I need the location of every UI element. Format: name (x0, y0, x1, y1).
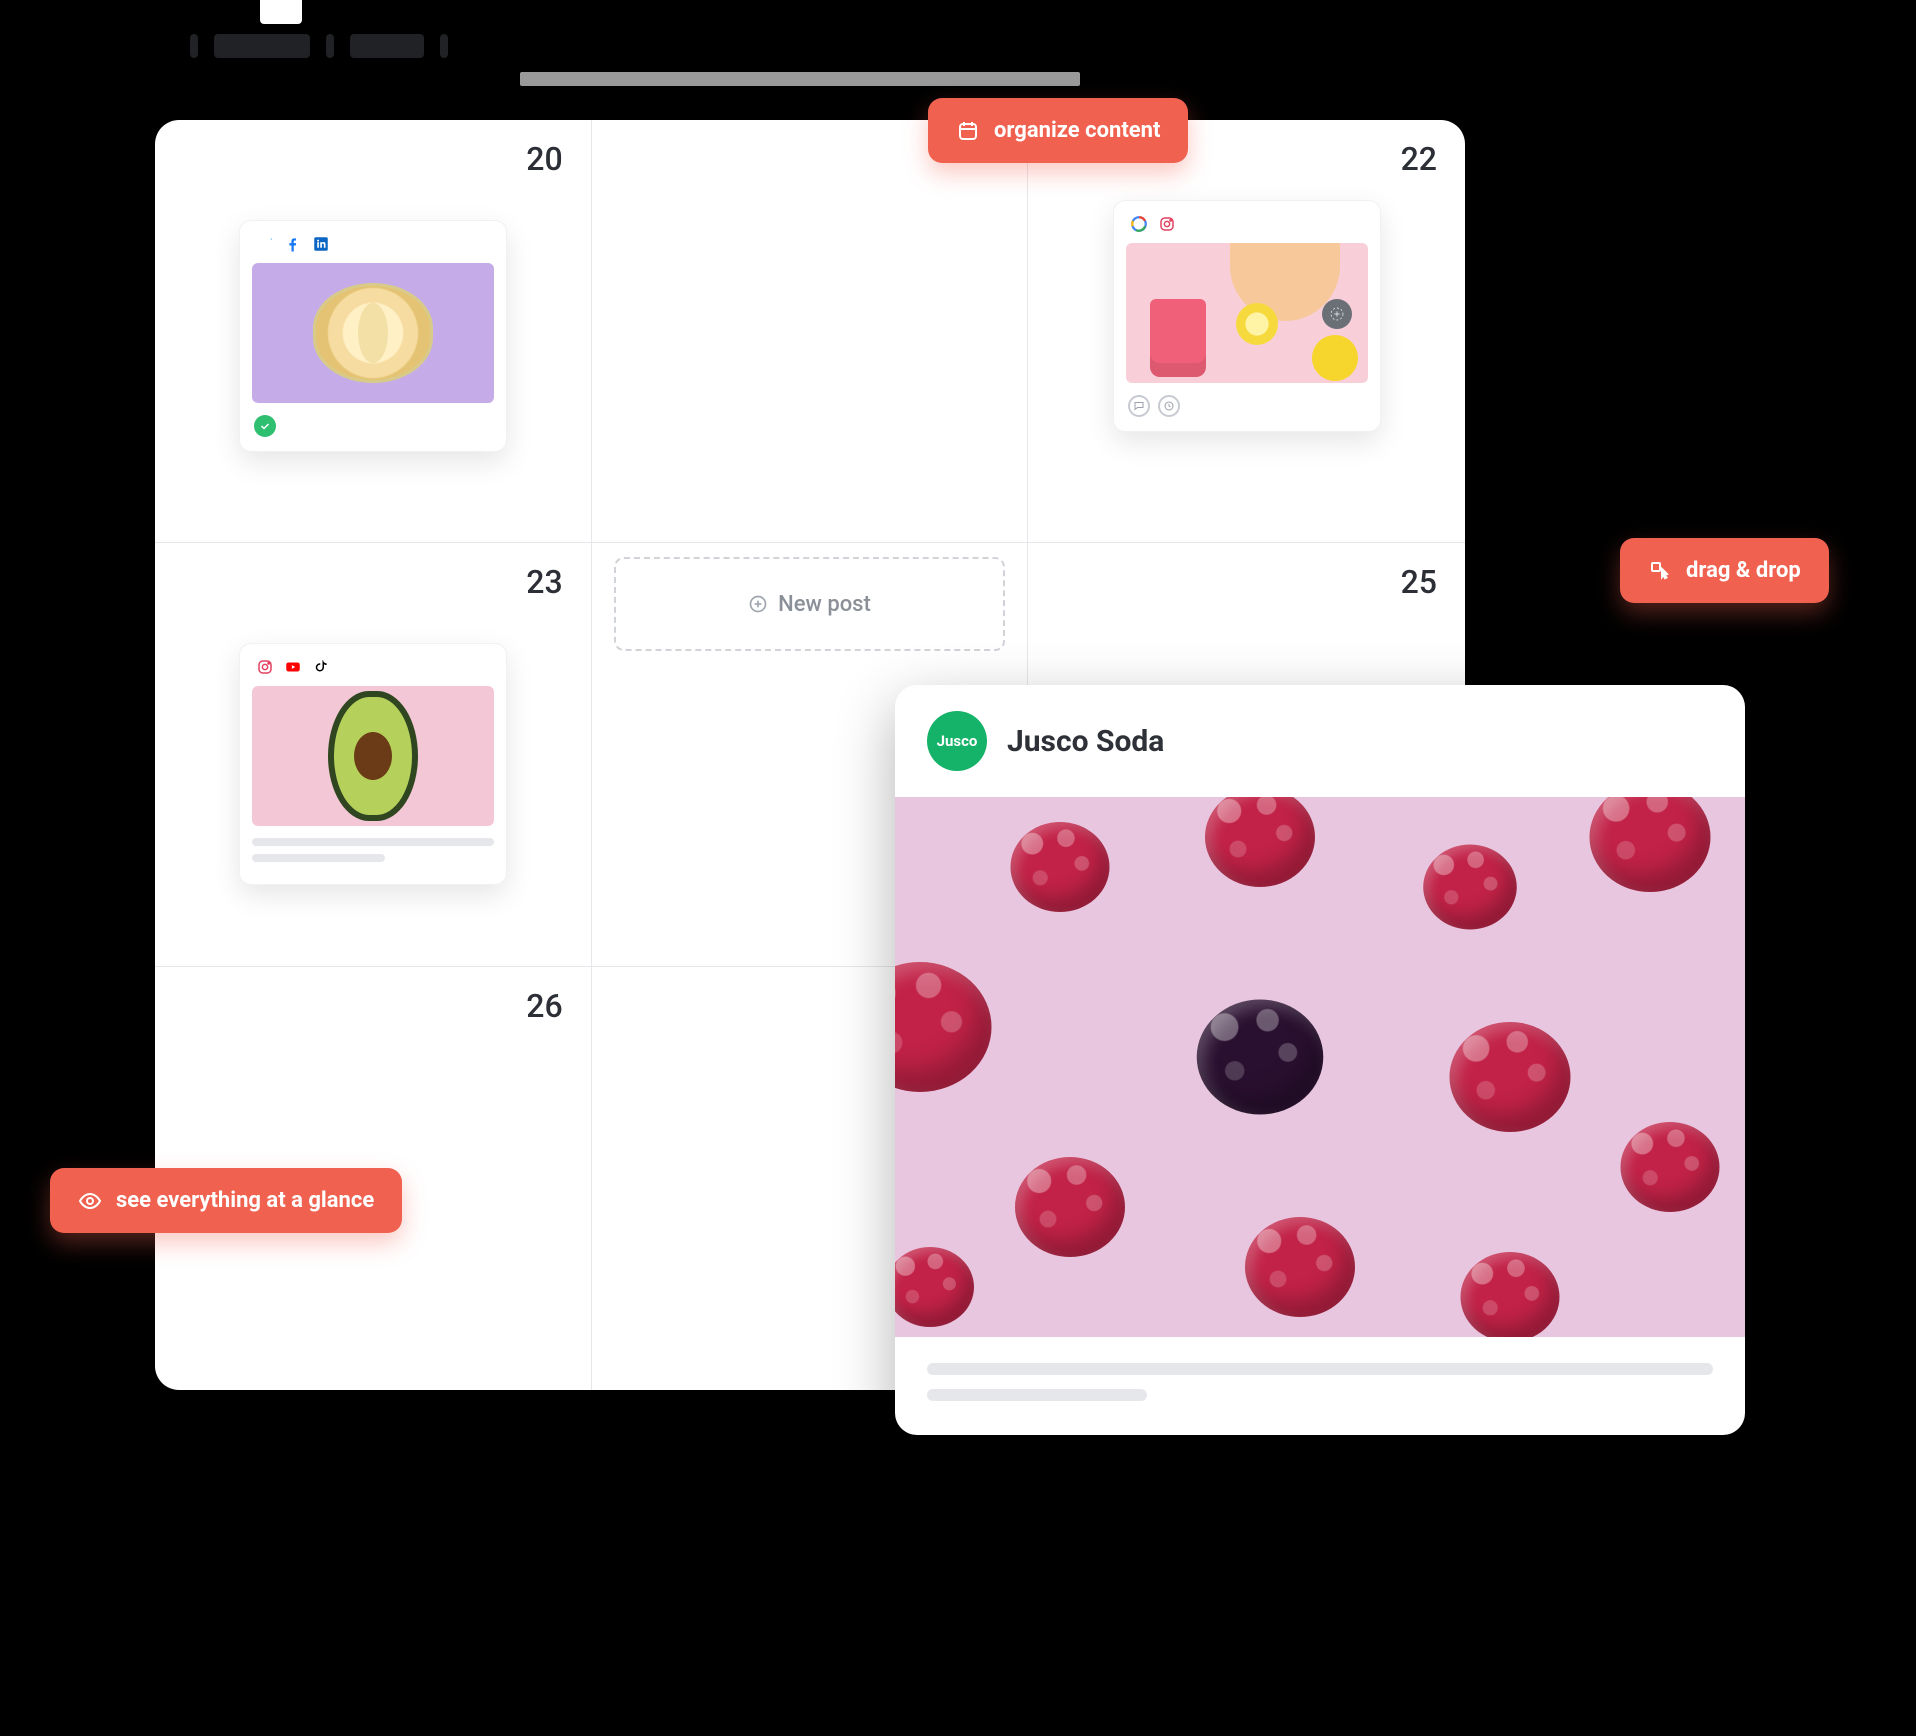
google-icon (1130, 215, 1148, 233)
calendar-cell[interactable]: 20 (155, 120, 592, 543)
header-decoration (190, 34, 448, 58)
post-preview-card[interactable]: Jusco Jusco Soda (895, 685, 1745, 1435)
facebook-icon (284, 235, 302, 253)
preview-caption-placeholder (895, 1337, 1745, 1435)
status-scheduled-icon (1158, 395, 1180, 417)
tag-label: drag & drop (1686, 558, 1801, 583)
brand-avatar: Jusco (927, 711, 987, 771)
tag-organize-content[interactable]: organize content (928, 98, 1188, 163)
calendar-cell[interactable]: 23 (155, 543, 592, 966)
linkedin-icon (312, 235, 330, 253)
post-thumbnail (252, 263, 494, 403)
header-decoration-underline (520, 72, 1080, 86)
day-number: 22 (1401, 140, 1437, 178)
calendar-cell[interactable]: 22 (1028, 120, 1465, 543)
post-card-avocado[interactable] (239, 643, 507, 885)
new-post-label: New post (778, 592, 871, 617)
new-post-dropzone[interactable]: New post (614, 557, 1006, 651)
day-number: 25 (1401, 563, 1437, 601)
plus-circle-icon (748, 594, 768, 614)
brand-name: Jusco Soda (1007, 724, 1164, 759)
post-card-melon[interactable] (239, 220, 507, 452)
day-number: 23 (526, 563, 562, 601)
tag-label: see everything at a glance (116, 1188, 374, 1213)
drag-icon (1648, 559, 1672, 583)
tag-drag-drop[interactable]: drag & drop (1620, 538, 1829, 603)
day-number: 26 (526, 987, 562, 1025)
instagram-icon (256, 658, 274, 676)
post-card-drink[interactable] (1113, 200, 1381, 432)
calendar-icon (956, 119, 980, 143)
instagram-icon (1158, 215, 1176, 233)
calendar-cell[interactable] (592, 120, 1029, 543)
caption-placeholder (252, 838, 494, 862)
day-number: 20 (526, 140, 562, 178)
preview-image (895, 797, 1745, 1337)
tag-see-glance[interactable]: see everything at a glance (50, 1168, 402, 1233)
twitter-icon (256, 235, 274, 253)
youtube-icon (284, 658, 302, 676)
post-thumbnail (1126, 243, 1368, 383)
add-media-icon[interactable] (1322, 299, 1352, 329)
tiktok-icon (312, 658, 330, 676)
window-tab-decoration (260, 0, 302, 24)
status-approved-icon (254, 415, 276, 437)
status-comment-icon (1128, 395, 1150, 417)
post-thumbnail (252, 686, 494, 826)
eye-icon (78, 1189, 102, 1213)
tag-label: organize content (994, 118, 1160, 143)
